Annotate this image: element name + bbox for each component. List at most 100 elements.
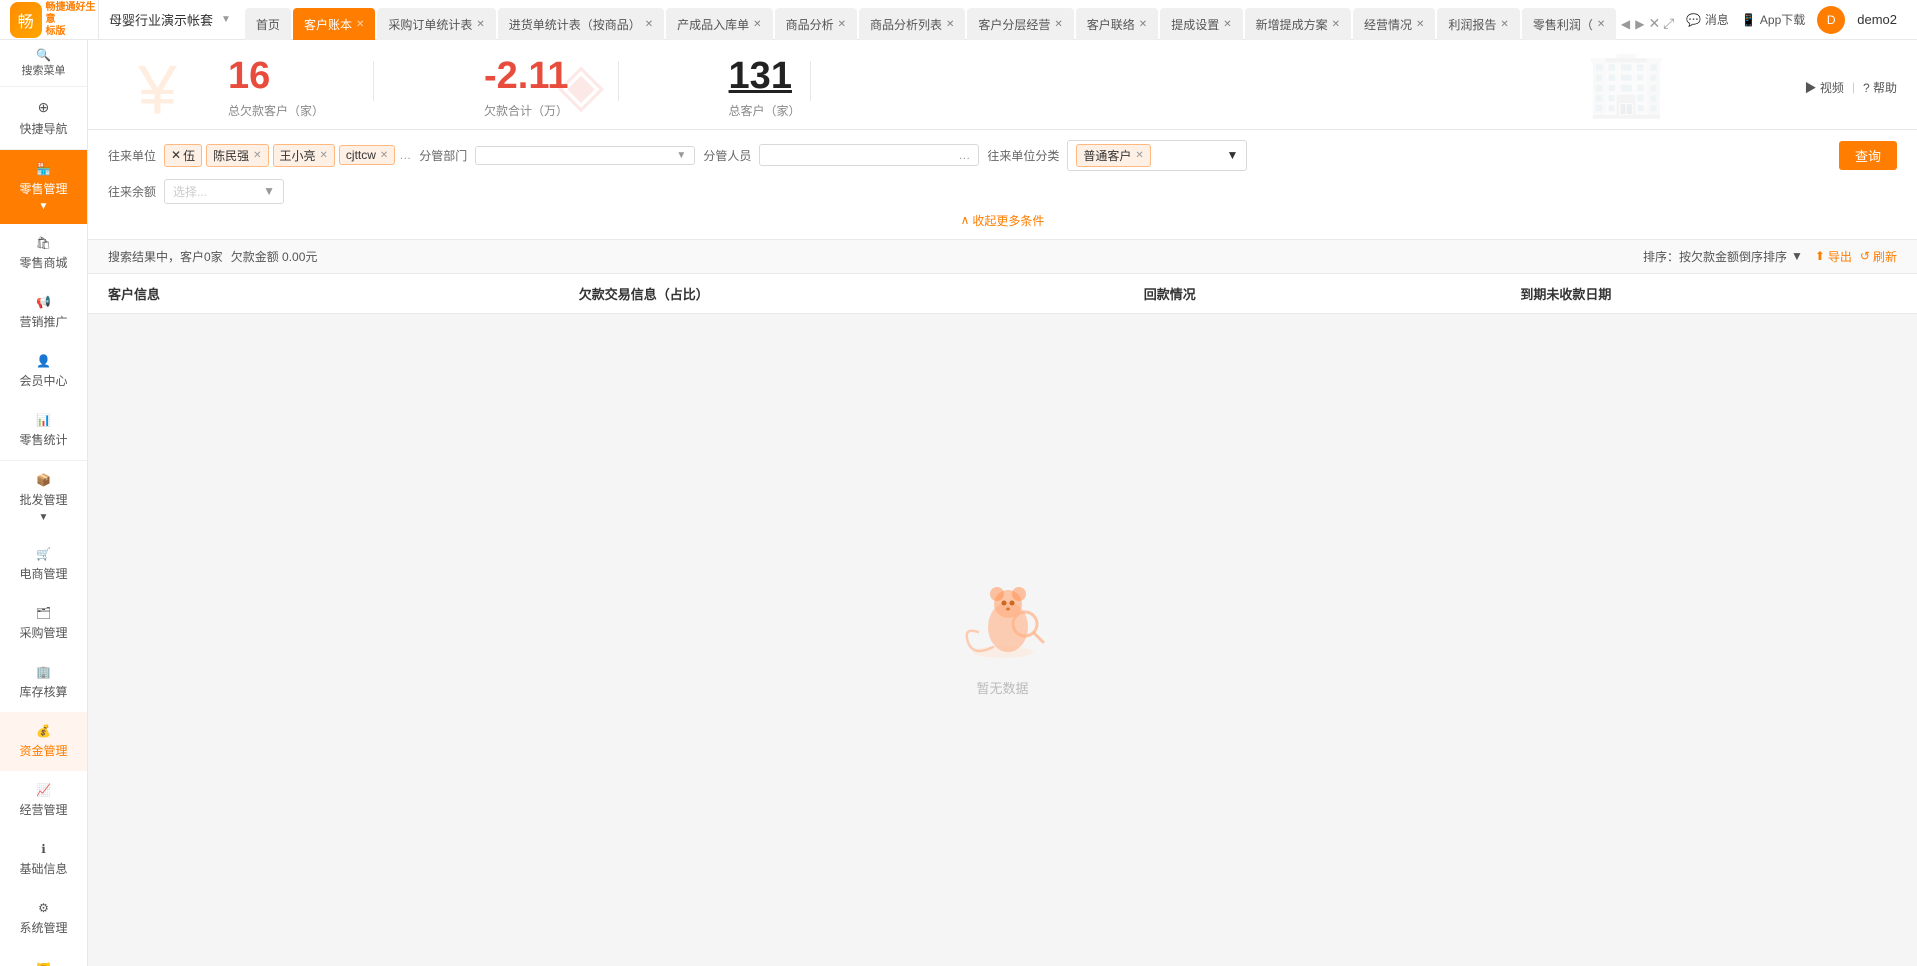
- close-icon[interactable]: ✕: [753, 19, 761, 30]
- dept-filter-select[interactable]: ▼: [475, 146, 695, 165]
- close-icon[interactable]: ✕: [1332, 19, 1340, 30]
- refresh-button[interactable]: ↺ 刷新: [1860, 248, 1897, 265]
- people-filter-select[interactable]: …: [759, 144, 979, 166]
- tab-product-entry[interactable]: 产成品入库单 ✕: [666, 8, 772, 40]
- col-repayment: 回款情况: [1144, 284, 1521, 303]
- tab-home[interactable]: 首页: [245, 8, 291, 40]
- total-clients-value: 131: [729, 56, 792, 98]
- sidebar-item-enterprise[interactable]: 🤝 企业协同: [0, 948, 87, 966]
- tab-customer-account[interactable]: 客户账本 ✕: [293, 8, 375, 40]
- sidebar-item-marketing[interactable]: 📢 营销推广: [0, 283, 87, 342]
- tab-customer-contact[interactable]: 客户联络 ✕: [1076, 8, 1158, 40]
- balance-filter-select[interactable]: 选择... ▼: [164, 179, 284, 204]
- tab-close-all[interactable]: ✕: [1647, 8, 1661, 40]
- filter-tag-chen[interactable]: 陈民强 ✕: [206, 144, 268, 167]
- finance-icon: 💰: [36, 724, 51, 738]
- tab-purchase-stats[interactable]: 进货单统计表（按商品） ✕: [498, 8, 664, 40]
- shop-icon: 🏪: [36, 162, 51, 176]
- message-icon: 💬: [1686, 13, 1701, 27]
- sidebar-item-retail-mall[interactable]: 🛍 零售商城: [0, 224, 87, 283]
- sidebar-item-member[interactable]: 👤 会员中心: [0, 342, 87, 401]
- filter-tag-wang[interactable]: 王小亮 ✕: [273, 144, 335, 167]
- tab-next-arrow[interactable]: ▶: [1633, 8, 1647, 40]
- type-filter-select[interactable]: 普通客户 ✕ ▼: [1067, 140, 1247, 171]
- chevron-down-icon: ▼: [39, 201, 49, 212]
- enterprise-icon: 🤝: [36, 960, 51, 966]
- app-download-btn[interactable]: 📱 App下载: [1741, 11, 1805, 28]
- help-btn[interactable]: ? 帮助: [1863, 79, 1897, 96]
- tab-operations[interactable]: 经营情况 ✕: [1353, 8, 1435, 40]
- remove-icon[interactable]: ✕: [320, 150, 328, 161]
- collapse-area: ∧ 收起更多条件: [108, 212, 1897, 229]
- close-icon[interactable]: ✕: [1054, 19, 1062, 30]
- sidebar-item-wholesale[interactable]: 📦 批发管理 ▼: [0, 460, 87, 535]
- col-due-date: 到期未收款日期: [1520, 284, 1897, 303]
- video-btn[interactable]: ▶ 视频: [1805, 79, 1844, 96]
- tab-promotion[interactable]: 提成设置 ✕: [1160, 8, 1242, 40]
- sidebar-item-inventory[interactable]: 🏢 库存核算: [0, 653, 87, 712]
- logo-icon: 畅: [10, 2, 42, 38]
- table-header: 客户信息 欠款交易信息（占比） 回款情况 到期未收款日期: [88, 274, 1917, 314]
- sidebar-item-search[interactable]: 🔍 搜索菜单: [0, 40, 87, 87]
- chevron-up-icon: ∧: [961, 213, 970, 227]
- filter-tag-wu[interactable]: ✕ 伍: [164, 144, 202, 167]
- close-icon[interactable]: ✕: [1139, 19, 1147, 30]
- close-icon[interactable]: ✕: [356, 19, 364, 30]
- close-icon[interactable]: ✕: [645, 19, 653, 30]
- col-transaction-info: 欠款交易信息（占比）: [579, 284, 1144, 303]
- remove-icon[interactable]: ✕: [380, 150, 388, 161]
- page-header: ¥ ◈ 🏢 16 总欠款客户（家） -2.11 欠款合计（万） 131 总客户（…: [88, 40, 1917, 130]
- close-icon[interactable]: ✕: [1416, 19, 1424, 30]
- bg-building-icon: 🏢: [1586, 45, 1667, 121]
- stats-icon: 📊: [36, 413, 51, 427]
- more-options-icon: …: [958, 148, 970, 162]
- remove-icon[interactable]: ✕: [253, 150, 261, 161]
- tab-purchase-order[interactable]: 采购订单统计表 ✕: [377, 8, 495, 40]
- tab-retail-profit[interactable]: 零售利润（ ✕: [1522, 8, 1616, 40]
- export-button[interactable]: ⬆ 导出: [1815, 248, 1852, 265]
- sidebar-item-quick-nav[interactable]: ⊕ 快捷导航: [0, 87, 87, 150]
- sidebar-item-retail-stats[interactable]: 📊 零售统计: [0, 401, 87, 460]
- close-icon[interactable]: ✕: [1500, 19, 1508, 30]
- tab-maximize[interactable]: ⤢: [1662, 8, 1676, 40]
- sort-selector[interactable]: 排序：按欠款金额倒序排序 ▼: [1643, 248, 1803, 265]
- filter-tag-cjttcw[interactable]: cjttcw ✕: [339, 145, 395, 165]
- close-icon[interactable]: ✕: [1597, 19, 1605, 30]
- logo-text: 畅捷通好生意 标版: [46, 2, 99, 38]
- chevron-down-icon: ▼: [39, 512, 49, 523]
- account-selector[interactable]: 母婴行业演示帐套 ▼: [98, 0, 241, 40]
- tab-profit[interactable]: 利润报告 ✕: [1437, 8, 1519, 40]
- collapse-button[interactable]: ∧ 收起更多条件: [961, 212, 1045, 229]
- tab-product-analysis[interactable]: 商品分析 ✕: [775, 8, 857, 40]
- tab-product-analysis-list[interactable]: 商品分析列表 ✕: [859, 8, 965, 40]
- message-btn[interactable]: 💬 消息: [1686, 11, 1729, 28]
- search-button[interactable]: 查询: [1839, 141, 1897, 170]
- operations-icon: 📈: [36, 783, 51, 797]
- sidebar-item-system[interactable]: ⚙ 系统管理: [0, 889, 87, 948]
- avatar[interactable]: D: [1817, 6, 1845, 34]
- content-area: ¥ ◈ 🏢 16 总欠款客户（家） -2.11 欠款合计（万） 131 总客户（…: [88, 40, 1917, 966]
- sidebar-item-purchase[interactable]: 🗂 采购管理: [0, 594, 87, 653]
- sidebar-item-retail-management[interactable]: 🏪 零售管理 ▼: [0, 150, 87, 224]
- close-icon[interactable]: ✕: [476, 19, 484, 30]
- sidebar-item-ecommerce[interactable]: 🛒 电商管理: [0, 535, 87, 594]
- remove-type-icon[interactable]: ✕: [1135, 150, 1143, 161]
- top-right: 💬 消息 📱 App下载 D demo2: [1676, 6, 1907, 34]
- tab-new-promotion[interactable]: 新增提成方案 ✕: [1245, 8, 1351, 40]
- close-icon[interactable]: ✕: [1223, 19, 1231, 30]
- result-amount: 欠款金额 0.00元: [231, 248, 318, 265]
- username-label: demo2: [1857, 12, 1897, 27]
- system-icon: ⚙: [38, 901, 49, 915]
- empty-state: 暂无数据: [88, 314, 1917, 966]
- people-filter-label: 分管人员: [703, 147, 751, 164]
- close-icon[interactable]: ✕: [946, 19, 954, 30]
- stat-total-clients: 131 总客户（家）: [649, 56, 841, 119]
- more-tags-btn[interactable]: …: [399, 148, 411, 162]
- sidebar-item-operations[interactable]: 📈 经营管理: [0, 771, 87, 830]
- tab-prev-arrow[interactable]: ◀: [1618, 8, 1632, 40]
- tab-customer-segment[interactable]: 客户分层经营 ✕: [967, 8, 1073, 40]
- close-icon[interactable]: ✕: [838, 19, 846, 30]
- sidebar-item-basic-info[interactable]: ℹ 基础信息: [0, 830, 87, 889]
- sidebar-item-finance[interactable]: 💰 资金管理: [0, 712, 87, 771]
- member-icon: 👤: [36, 354, 51, 368]
